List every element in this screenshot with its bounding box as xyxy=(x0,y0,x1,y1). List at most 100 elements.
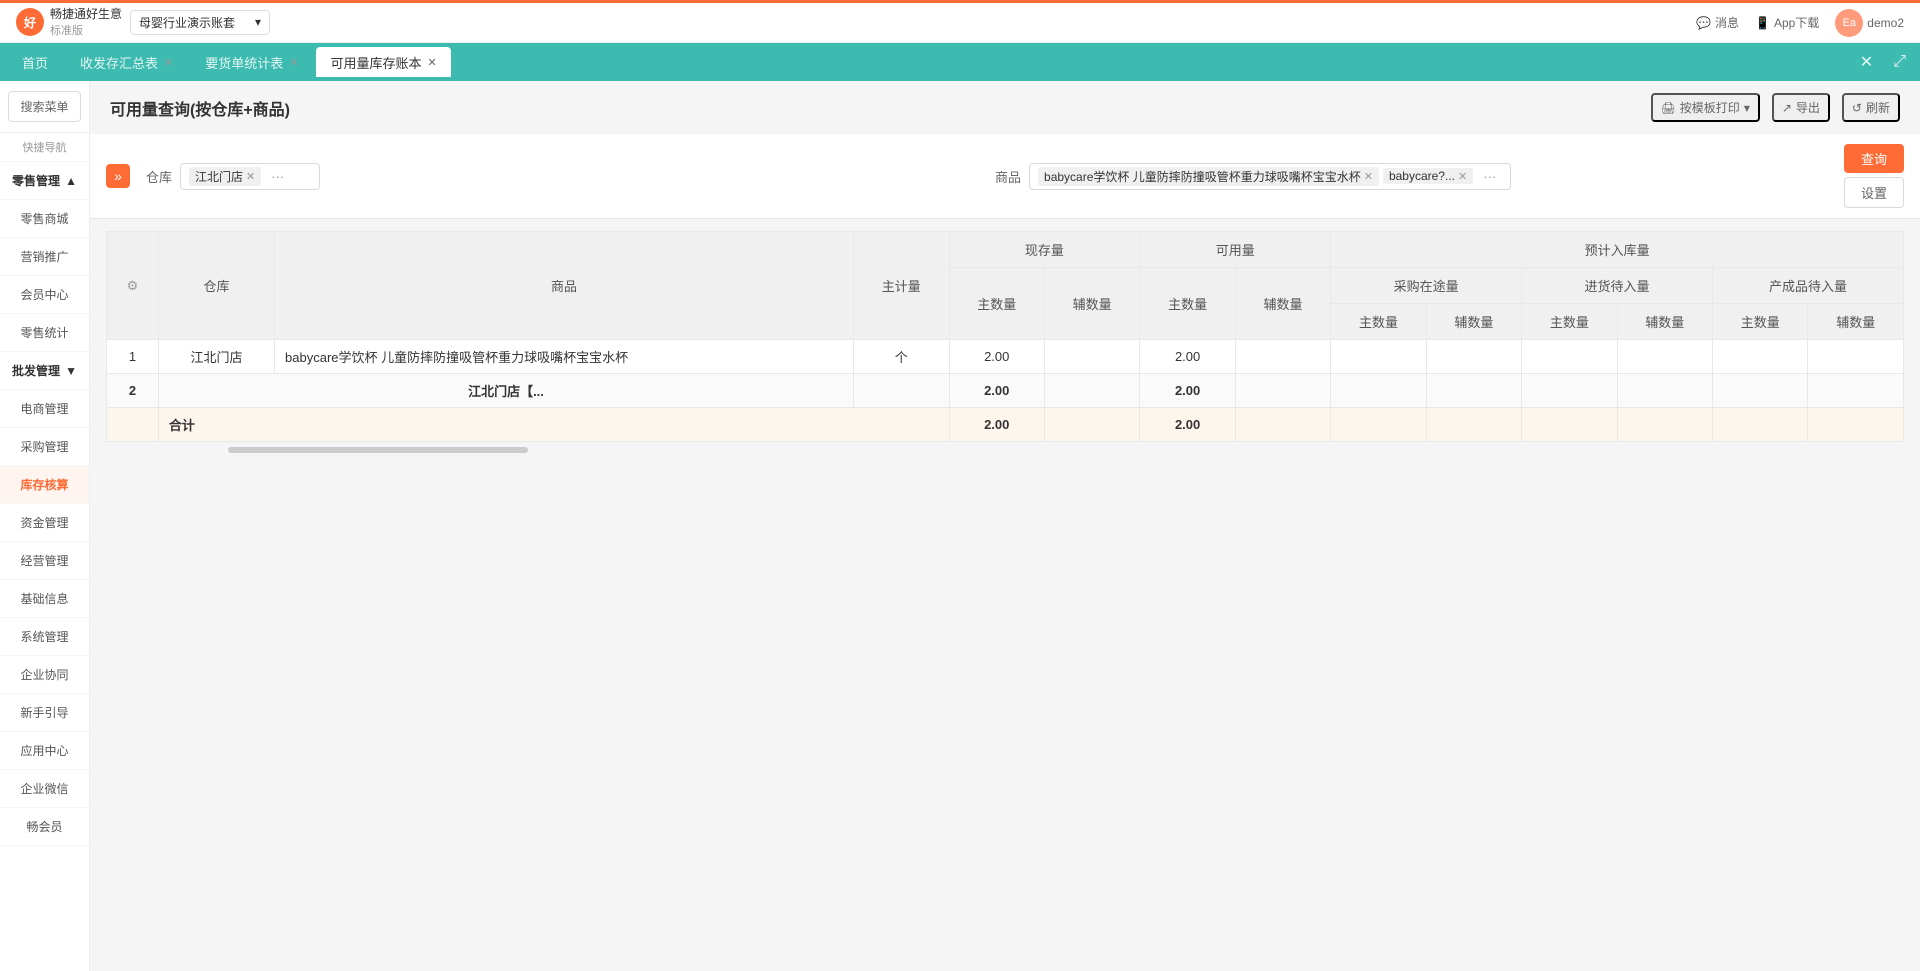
export-btn[interactable]: ↗ 导出 xyxy=(1772,93,1830,122)
warehouse-filter-more[interactable]: ··· xyxy=(265,169,290,184)
product-tag-1-text: babycare学饮杯 儿童防摔防撞吸管杯重力球吸嘴杯宝宝水杯 xyxy=(1044,168,1361,185)
industry-select[interactable]: 母婴行业演示账套 ▾ xyxy=(130,10,270,35)
logo-area: 好 畅捷通好生意 标准版 xyxy=(16,7,122,37)
settings-col-header[interactable]: ⚙ xyxy=(107,232,159,340)
export-icon: ↗ xyxy=(1782,101,1792,115)
industry-label: 母婴行业演示账套 xyxy=(139,14,235,31)
tab-receive-send-close[interactable]: ✕ xyxy=(164,56,173,69)
refresh-btn[interactable]: ↺ 刷新 xyxy=(1842,93,1900,122)
inbound-pending-header: 进货待入量 xyxy=(1522,268,1713,304)
chevron-down-icon: ▾ xyxy=(255,15,261,29)
tab-home[interactable]: 首页 xyxy=(8,47,62,77)
product-tag-1: babycare学饮杯 儿童防摔防撞吸管杯重力球吸嘴杯宝宝水杯 ✕ xyxy=(1038,167,1379,186)
product-pending-main-header: 主数量 xyxy=(1713,304,1808,340)
query-btn[interactable]: 查询 xyxy=(1844,144,1904,173)
refresh-icon: ↺ xyxy=(1852,101,1862,115)
sidebar-item-system[interactable]: 系统管理 xyxy=(0,618,89,656)
horizontal-scrollbar[interactable] xyxy=(228,447,528,453)
sidebar-item-enterprise[interactable]: 企业协同 xyxy=(0,656,89,694)
top-bar-right: 💬 消息 📱 App下载 Ea demo2 xyxy=(1696,9,1904,37)
main-layout: 搜索菜单 快捷导航 零售管理 ▲ 零售商城 营销推广 会员中心 零售统计 批发管… xyxy=(0,81,1920,971)
content-area: 可用量查询(按仓库+商品) 🖨 按模板打印 ▾ ↗ 导出 ↺ 刷新 » xyxy=(90,81,1920,971)
row-inbound-pending-aux xyxy=(1617,340,1712,374)
export-label: 导出 xyxy=(1796,99,1820,116)
sidebar-item-purchase[interactable]: 采购管理 xyxy=(0,428,89,466)
product-filter-more[interactable]: ··· xyxy=(1477,169,1502,184)
tab-receive-send-label: 收发存汇总表 xyxy=(80,53,158,72)
tab-available-inventory-close[interactable]: ✕ xyxy=(428,56,437,69)
tab-bar: 首页 收发存汇总表 ✕ 要货单统计表 ✕ 可用量库存账本 ✕ ✕ ⤢ xyxy=(0,43,1920,81)
page-header-actions: 🖨 按模板打印 ▾ ↗ 导出 ↺ 刷新 xyxy=(1651,93,1900,122)
sidebar-item-wholesale[interactable]: 批发管理 ▼ xyxy=(0,352,89,390)
close-all-tabs-btn[interactable]: ✕ xyxy=(1854,50,1879,74)
sidebar-item-inventory[interactable]: 库存核算 xyxy=(0,466,89,504)
sidebar-item-online-store[interactable]: 零售商城 xyxy=(0,200,89,238)
sidebar-item-marketing[interactable]: 营销推广 xyxy=(0,238,89,276)
row-seq: 1 xyxy=(107,340,159,374)
search-menu-btn[interactable]: 搜索菜单 xyxy=(8,91,81,122)
tab-available-inventory-label: 可用量库存账本 xyxy=(330,53,421,72)
username: demo2 xyxy=(1867,16,1904,30)
tab-bar-right: ✕ ⤢ xyxy=(1854,50,1912,74)
tab-receive-send[interactable]: 收发存汇总表 ✕ xyxy=(66,47,187,77)
warehouse-filter-group: 仓库 江北门店 ✕ ··· xyxy=(146,163,979,190)
filter-expand-btn[interactable]: » xyxy=(106,164,130,188)
sidebar-item-vip-member[interactable]: 畅会员 xyxy=(0,808,89,846)
printer-icon: 🖨 xyxy=(1661,101,1676,115)
product-filter-label: 商品 xyxy=(995,167,1021,186)
user-area[interactable]: Ea demo2 xyxy=(1835,9,1904,37)
app-download-label: App下载 xyxy=(1774,14,1819,31)
product-pending-aux-header: 辅数量 xyxy=(1808,304,1904,340)
row-product-pending-main xyxy=(1713,340,1808,374)
sidebar: 搜索菜单 快捷导航 零售管理 ▲ 零售商城 营销推广 会员中心 零售统计 批发管… xyxy=(0,81,90,971)
row-product-pending-aux xyxy=(1808,340,1904,374)
product-tag-box[interactable]: babycare学饮杯 儿童防摔防撞吸管杯重力球吸嘴杯宝宝水杯 ✕ babyca… xyxy=(1029,163,1511,190)
footer-avail-main: 2.00 xyxy=(1140,408,1235,442)
warehouse-tag-box[interactable]: 江北门店 ✕ ··· xyxy=(180,163,320,190)
sidebar-item-basic-info[interactable]: 基础信息 xyxy=(0,580,89,618)
product-tag-2-close[interactable]: ✕ xyxy=(1458,170,1467,183)
page-header: 可用量查询(按仓库+商品) 🖨 按模板打印 ▾ ↗ 导出 ↺ 刷新 xyxy=(90,81,1920,134)
chevron-down-icon: ▾ xyxy=(1744,101,1750,115)
tab-available-inventory[interactable]: 可用量库存账本 ✕ xyxy=(316,47,450,77)
sidebar-item-finance[interactable]: 资金管理 xyxy=(0,504,89,542)
message-btn[interactable]: 💬 消息 xyxy=(1696,14,1739,31)
maximize-btn[interactable]: ⤢ xyxy=(1887,51,1912,73)
group-row: 2 江北门店【... 2.00 2.00 xyxy=(107,374,1904,408)
print-btn[interactable]: 🖨 按模板打印 ▾ xyxy=(1651,93,1760,122)
print-label: 按模板打印 xyxy=(1680,99,1740,116)
sidebar-item-zero-sales[interactable]: 零售管理 ▲ xyxy=(0,162,89,200)
sidebar-item-retail-stats[interactable]: 零售统计 xyxy=(0,314,89,352)
group-seq: 2 xyxy=(107,374,159,408)
avail-main-header: 主数量 xyxy=(1140,268,1235,340)
sidebar-item-app-center[interactable]: 应用中心 xyxy=(0,732,89,770)
warehouse-filter-label: 仓库 xyxy=(146,167,172,186)
row-stock-aux xyxy=(1044,340,1139,374)
sidebar-item-member[interactable]: 会员中心 xyxy=(0,276,89,314)
warehouse-tag-close[interactable]: ✕ xyxy=(246,170,255,183)
sidebar-item-ecommerce[interactable]: 电商管理 xyxy=(0,390,89,428)
product-tag-2-text: babycare?... xyxy=(1389,169,1455,183)
product-tag-1-close[interactable]: ✕ xyxy=(1364,170,1373,183)
tab-order-stats[interactable]: 要货单统计表 ✕ xyxy=(191,47,312,77)
table-row: 1 江北门店 babycare学饮杯 儿童防摔防撞吸管杯重力球吸嘴杯宝宝水杯 个… xyxy=(107,340,1904,374)
footer-label: 合计 xyxy=(158,408,949,442)
sidebar-item-enterprise-wechat[interactable]: 企业微信 xyxy=(0,770,89,808)
settings-icon[interactable]: ⚙ xyxy=(127,278,139,293)
stock-main-qty-header: 主数量 xyxy=(949,268,1044,340)
data-table: ⚙ 仓库 商品 主计量 现存量 可用量 预计入库量 主数量 辅数量 主数量 辅数… xyxy=(106,231,1904,442)
sidebar-item-new-guide[interactable]: 新手引导 xyxy=(0,694,89,732)
row-warehouse: 江北门店 xyxy=(158,340,274,374)
filter-settings-btn[interactable]: 设置 xyxy=(1844,177,1904,208)
sidebar-item-operations[interactable]: 经营管理 xyxy=(0,542,89,580)
filter-actions: 查询 设置 xyxy=(1844,144,1904,208)
message-icon: 💬 xyxy=(1696,16,1711,30)
app-download-btn[interactable]: 📱 App下载 xyxy=(1755,14,1819,31)
available-col-header: 可用量 xyxy=(1140,232,1331,268)
warehouse-tag: 江北门店 ✕ xyxy=(189,167,261,186)
top-bar-left: 好 畅捷通好生意 标准版 母婴行业演示账套 ▾ xyxy=(16,7,270,37)
chevron-down-icon: ▼ xyxy=(65,364,77,378)
tab-order-stats-close[interactable]: ✕ xyxy=(289,56,298,69)
row-purchase-transit-aux xyxy=(1426,340,1521,374)
current-stock-col-header: 现存量 xyxy=(949,232,1140,268)
